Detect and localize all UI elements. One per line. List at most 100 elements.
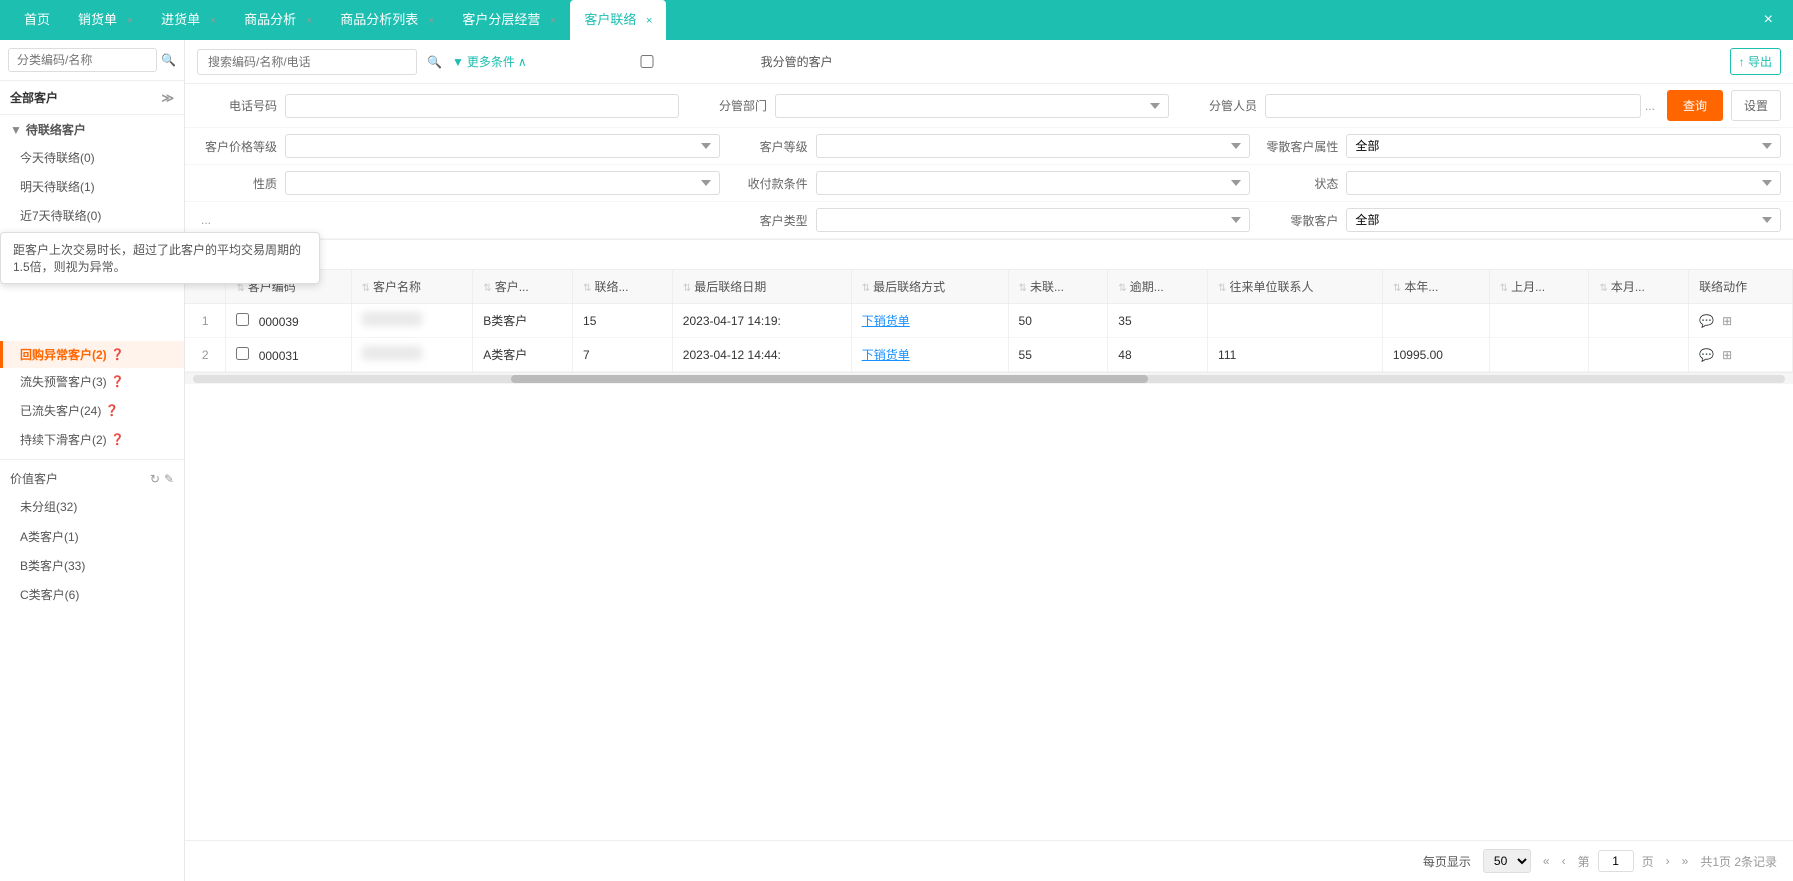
chat-icon[interactable]: 💬 — [1699, 314, 1714, 328]
sidebar-item-today[interactable]: 今天待联络(0) — [0, 144, 184, 173]
table-toolbar: ⚙ — [185, 240, 1793, 270]
nav-item-purchase[interactable]: 进货单 × — [147, 0, 230, 40]
th-last-month[interactable]: 上月... — [1489, 270, 1589, 304]
dept-select[interactable] — [775, 94, 1169, 118]
payment-select[interactable] — [816, 171, 1251, 195]
filter-extra-dots: ... — [197, 213, 720, 227]
row-last-method-2[interactable]: 下销货单 — [851, 338, 1008, 372]
main-layout: 🔍 全部客户 ≫ ▼ 待联络客户 今天待联络(0) 明天待联络(1) 近7天待联… — [0, 40, 1793, 881]
sidebar-section-pending[interactable]: ▼ 待联络客户 — [0, 115, 184, 144]
table-row: 2 000031 A类客户 7 2023-04-12 14:44: 下销货单 — [185, 338, 1793, 372]
collapse-icon[interactable]: ≫ — [161, 91, 174, 105]
close-icon[interactable]: × — [550, 15, 556, 27]
chat-icon[interactable]: 💬 — [1699, 348, 1714, 362]
close-window-button[interactable]: × — [1754, 11, 1783, 29]
sidebar-search-area: 🔍 — [0, 40, 184, 81]
th-this-year[interactable]: 本年... — [1382, 270, 1489, 304]
phone-input[interactable] — [285, 94, 679, 118]
sidebar-item-declining[interactable]: 持续下滑客户(2) ❓ — [0, 426, 184, 455]
row-name-1 — [351, 304, 473, 338]
sidebar-all-customer-header[interactable]: 全部客户 ≫ — [0, 81, 184, 115]
nature-select[interactable] — [285, 171, 720, 195]
row-num-1: 1 — [185, 304, 226, 338]
search-button[interactable]: 🔍 — [427, 55, 442, 69]
first-page-button[interactable]: « — [1539, 852, 1554, 870]
row-action-2: 💬 ⊞ — [1689, 338, 1793, 372]
sidebar-item-repurchase-anomaly[interactable]: 回购异常客户(2) ❓ — [0, 341, 184, 368]
th-overdue[interactable]: 逾期... — [1108, 270, 1208, 304]
sidebar-item-churned[interactable]: 已流失客户(24) ❓ — [0, 397, 184, 426]
page-number-input[interactable] — [1598, 850, 1634, 872]
nav-item-sales[interactable]: 销货单 × — [64, 0, 147, 40]
refresh-icon[interactable]: ↻ — [150, 472, 160, 486]
sidebar-item-a-class[interactable]: A类客户(1) — [0, 523, 184, 552]
chevron-icon: ∧ — [518, 55, 527, 69]
close-icon[interactable]: × — [306, 15, 312, 27]
sidebar-search-input[interactable] — [8, 48, 157, 72]
last-method-link-1[interactable]: 下销货单 — [862, 314, 910, 328]
sidebar-item-b-class[interactable]: B类客户(33) — [0, 552, 184, 581]
last-page-button[interactable]: » — [1678, 852, 1693, 870]
th-contact-person[interactable]: 往来单位联系人 — [1208, 270, 1383, 304]
th-this-month[interactable]: 本月... — [1589, 270, 1689, 304]
close-icon[interactable]: × — [428, 15, 434, 27]
row-checkbox-1[interactable] — [236, 313, 249, 326]
question-icon[interactable]: ❓ — [111, 374, 125, 392]
total-info: 共1页 2条记录 — [1700, 853, 1777, 870]
retail-attr-select[interactable]: 全部 — [1346, 134, 1781, 158]
th-type[interactable]: 客户... — [473, 270, 573, 304]
close-icon[interactable]: × — [646, 15, 652, 27]
nav-item-customer-layer[interactable]: 客户分层经营 × — [448, 0, 570, 40]
sidebar-item-tomorrow[interactable]: 明天待联络(1) — [0, 173, 184, 202]
status-select[interactable] — [1346, 171, 1781, 195]
th-last-date[interactable]: 最后联络日期 — [672, 270, 851, 304]
more-conditions-button[interactable]: ▼ 更多条件 ∧ — [452, 53, 527, 70]
question-icon[interactable]: ❓ — [111, 348, 125, 361]
question-icon[interactable]: ❓ — [105, 403, 119, 421]
prev-page-button[interactable]: ‹ — [1558, 852, 1570, 870]
sidebar-item-churn-warning[interactable]: 流失预警客户(3) ❓ — [0, 368, 184, 397]
sidebar-item-7days[interactable]: 近7天待联络(0) — [0, 202, 184, 231]
next-page-button[interactable]: › — [1662, 852, 1674, 870]
edit-icon[interactable]: ✎ — [164, 472, 174, 486]
row-code-1: 000039 — [226, 304, 351, 338]
nav-item-goods-list[interactable]: 商品分析列表 × — [326, 0, 448, 40]
search-icon[interactable]: 🔍 — [161, 53, 176, 67]
row-checkbox-2[interactable] — [236, 347, 249, 360]
setting-button[interactable]: 设置 — [1731, 90, 1781, 121]
price-level-select[interactable] — [285, 134, 720, 158]
question-icon[interactable]: ❓ — [111, 432, 125, 450]
manager-input[interactable] — [1265, 94, 1641, 118]
row-last-method-1[interactable]: 下销货单 — [851, 304, 1008, 338]
th-uncontacted[interactable]: 未联... — [1008, 270, 1108, 304]
close-icon[interactable]: × — [210, 15, 216, 27]
row-this-year-2: 10995.00 — [1382, 338, 1489, 372]
th-name[interactable]: 客户名称 — [351, 270, 473, 304]
more-action-icon[interactable]: ⊞ — [1722, 314, 1732, 328]
per-page-label: 每页显示 — [1423, 853, 1471, 870]
close-icon[interactable]: × — [127, 15, 133, 27]
th-last-method[interactable]: 最后联络方式 — [851, 270, 1008, 304]
th-contact-count[interactable]: 联络... — [573, 270, 673, 304]
scrollbar-thumb[interactable] — [511, 375, 1148, 383]
search-input[interactable] — [197, 49, 417, 75]
nav-item-customer-contact[interactable]: 客户联络 × — [570, 0, 666, 40]
extra-dots[interactable]: ... — [197, 213, 215, 227]
row-contact-1: 15 — [573, 304, 673, 338]
my-customer-checkbox-label[interactable]: 我分管的客户 — [537, 53, 833, 70]
nav-item-goods-analysis[interactable]: 商品分析 × — [230, 0, 326, 40]
last-method-link-2[interactable]: 下销货单 — [862, 348, 910, 362]
retail-customer-select[interactable]: 全部 — [1346, 208, 1781, 232]
horizontal-scrollbar[interactable] — [185, 372, 1793, 384]
per-page-select[interactable]: 50 — [1483, 849, 1531, 873]
sidebar-item-c-class[interactable]: C类客户(6) — [0, 581, 184, 610]
customer-level-select[interactable] — [816, 134, 1251, 158]
nav-item-home[interactable]: 首页 — [10, 0, 64, 40]
query-button[interactable]: 查询 — [1667, 90, 1723, 121]
customer-type-select[interactable] — [816, 208, 1251, 232]
more-action-icon[interactable]: ⊞ — [1722, 348, 1732, 362]
export-button[interactable]: ↑ 导出 — [1730, 48, 1781, 75]
my-customer-checkbox[interactable] — [537, 55, 757, 68]
sidebar-item-ungrouped[interactable]: 未分组(32) — [0, 493, 184, 522]
manager-dots[interactable]: ... — [1641, 99, 1659, 113]
